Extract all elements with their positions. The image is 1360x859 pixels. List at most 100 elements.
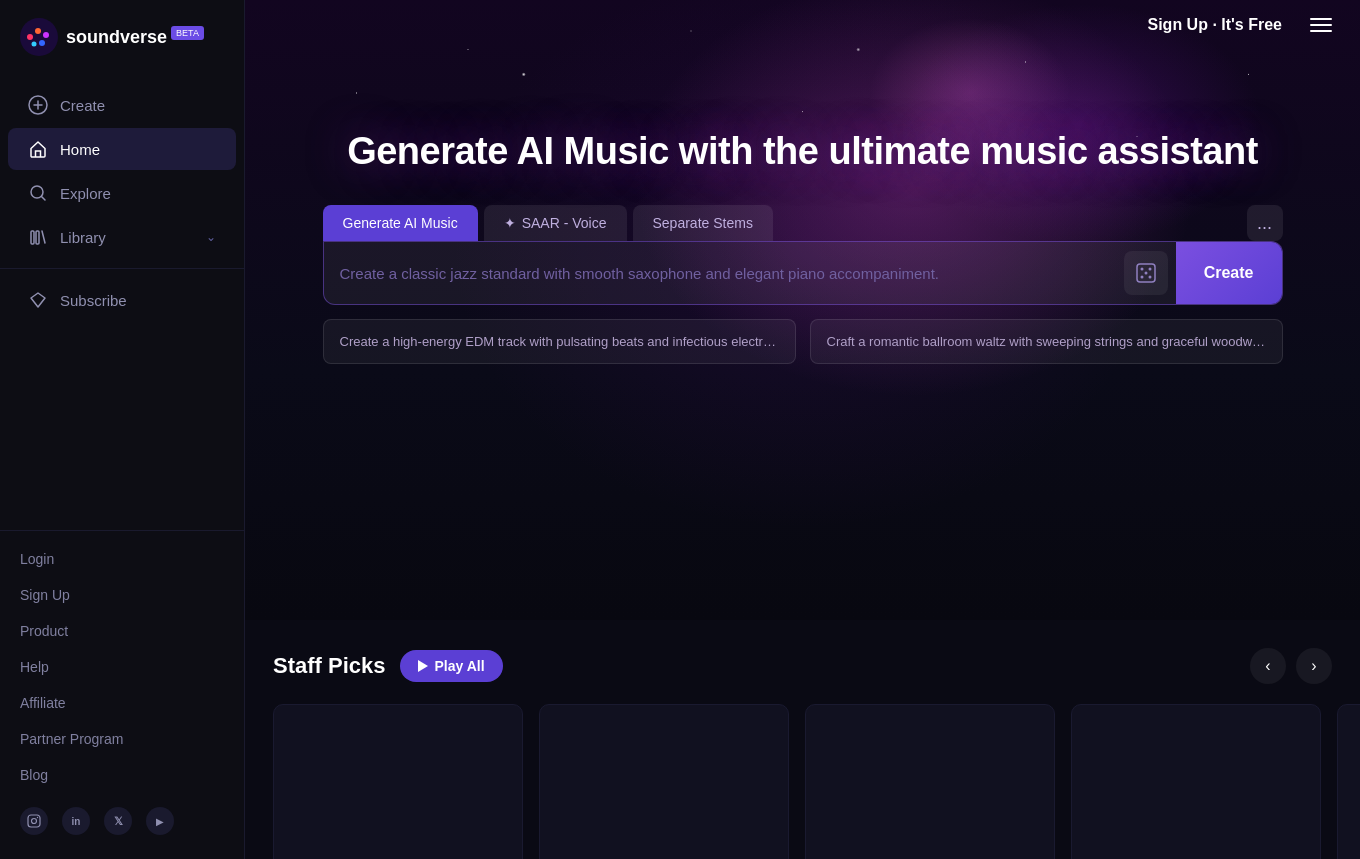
sidebar-item-subscribe-label: Subscribe	[60, 292, 127, 309]
sidebar-item-explore[interactable]: Explore	[8, 172, 236, 214]
hero-title: Generate AI Music with the ultimate musi…	[347, 130, 1258, 173]
blog-label: Blog	[20, 767, 48, 783]
staff-picks-cards	[273, 704, 1332, 859]
svg-point-14	[1140, 268, 1143, 271]
linkedin-icon[interactable]: in	[62, 807, 90, 835]
svg-point-12	[37, 817, 38, 818]
header-signup-button[interactable]: Sign Up · It's Free	[1148, 16, 1283, 34]
main-content: Sign Up · It's Free Generate AI Music wi…	[245, 0, 1360, 859]
svg-point-1	[27, 34, 33, 40]
main-nav: Create Home Explore Library ⌄	[0, 74, 244, 331]
dice-button[interactable]	[1124, 251, 1168, 295]
svg-rect-8	[31, 231, 34, 244]
home-icon	[28, 139, 48, 159]
hero-section: Generate AI Music with the ultimate musi…	[245, 0, 1360, 620]
bottom-divider	[0, 530, 244, 531]
logo-beta: BETA	[171, 26, 204, 40]
header: Sign Up · It's Free	[245, 0, 1360, 50]
sidebar-item-explore-label: Explore	[60, 185, 111, 202]
staff-picks-title: Staff Picks	[273, 653, 386, 679]
svg-point-18	[1144, 272, 1147, 275]
search-icon	[28, 183, 48, 203]
tab-generate-ai-music[interactable]: Generate AI Music	[323, 205, 478, 241]
sidebar-item-home[interactable]: Home	[8, 128, 236, 170]
play-all-button[interactable]: Play All	[400, 650, 503, 682]
staff-picks-section: Staff Picks Play All ‹ ›	[245, 620, 1360, 859]
tab-saar-voice[interactable]: ✦ SAAR - Voice	[484, 205, 627, 241]
bottom-link-product[interactable]: Product	[0, 613, 244, 649]
logo-text-area: soundverse BETA	[66, 27, 204, 48]
bottom-link-partner[interactable]: Partner Program	[0, 721, 244, 757]
svg-point-4	[39, 40, 45, 46]
tab-more-button[interactable]: ...	[1247, 205, 1283, 241]
library-chevron-icon: ⌄	[206, 230, 216, 244]
menu-bar-2	[1310, 24, 1332, 26]
affiliate-label: Affiliate	[20, 695, 66, 711]
prev-arrow-button[interactable]: ‹	[1250, 648, 1286, 684]
help-label: Help	[20, 659, 49, 675]
play-all-label: Play All	[435, 658, 485, 674]
sidebar-item-subscribe[interactable]: Subscribe	[8, 279, 236, 321]
diamond-icon	[28, 290, 48, 310]
youtube-icon[interactable]: ▶	[146, 807, 174, 835]
svg-point-2	[35, 28, 41, 34]
staff-pick-card-2[interactable]	[539, 704, 789, 859]
suggestion-chip-edm[interactable]: Create a high-energy EDM track with puls…	[323, 319, 796, 364]
create-button[interactable]: Create	[1176, 242, 1282, 304]
svg-point-11	[32, 819, 37, 824]
svg-point-5	[32, 42, 37, 47]
library-icon	[28, 227, 48, 247]
bottom-link-help[interactable]: Help	[0, 649, 244, 685]
svg-rect-9	[36, 231, 39, 244]
staff-pick-card-4[interactable]	[1071, 704, 1321, 859]
staff-picks-header: Staff Picks Play All ‹ ›	[273, 648, 1332, 684]
suggestion-chips: Create a high-energy EDM track with puls…	[323, 319, 1283, 364]
nav-arrows: ‹ ›	[1250, 648, 1332, 684]
staff-pick-card-3[interactable]	[805, 704, 1055, 859]
tab-separate-stems[interactable]: Separate Stems	[633, 205, 773, 241]
partner-label: Partner Program	[20, 731, 123, 747]
bottom-link-signup[interactable]: Sign Up	[0, 577, 244, 613]
bottom-link-affiliate[interactable]: Affiliate	[0, 685, 244, 721]
sidebar-item-create-label: Create	[60, 97, 105, 114]
bottom-link-blog[interactable]: Blog	[0, 757, 244, 793]
hero-controls: Generate AI Music ✦ SAAR - Voice Separat…	[323, 205, 1283, 364]
sidebar-item-home-label: Home	[60, 141, 100, 158]
svg-rect-10	[28, 815, 40, 827]
staff-picks-left: Staff Picks Play All	[273, 650, 503, 682]
bottom-link-login[interactable]: Login	[0, 541, 244, 577]
play-triangle-icon	[418, 660, 428, 672]
sidebar-item-create[interactable]: Create	[8, 84, 236, 126]
menu-bar-3	[1310, 30, 1332, 32]
logo-text: soundverse	[66, 27, 167, 47]
sidebar-bottom: Login Sign Up Product Help Affiliate Par…	[0, 510, 244, 859]
library-row: Library ⌄	[60, 229, 216, 246]
logo-area: soundverse BETA	[0, 0, 244, 74]
prompt-box: Create	[323, 241, 1283, 305]
hamburger-menu-button[interactable]	[1306, 14, 1336, 36]
soundverse-logo-icon	[20, 18, 58, 56]
twitter-x-icon[interactable]: 𝕏	[104, 807, 132, 835]
svg-point-16	[1140, 276, 1143, 279]
sidebar-item-library-label: Library	[60, 229, 106, 246]
staff-pick-card-5-partial[interactable]	[1337, 704, 1360, 859]
sidebar: soundverse BETA Create Home Explore	[0, 0, 245, 859]
svg-point-3	[43, 32, 49, 38]
plus-circle-icon	[28, 95, 48, 115]
staff-pick-card-1[interactable]	[273, 704, 523, 859]
menu-bar-1	[1310, 18, 1332, 20]
sidebar-item-library[interactable]: Library ⌄	[8, 216, 236, 258]
nav-divider	[0, 268, 244, 269]
prompt-input[interactable]	[324, 245, 1124, 302]
suggestion-chip-waltz[interactable]: Craft a romantic ballroom waltz with swe…	[810, 319, 1283, 364]
signup-label: Sign Up	[20, 587, 70, 603]
product-label: Product	[20, 623, 68, 639]
tab-bar: Generate AI Music ✦ SAAR - Voice Separat…	[323, 205, 1283, 241]
sparkle-icon: ✦	[504, 215, 516, 231]
next-arrow-button[interactable]: ›	[1296, 648, 1332, 684]
tab-saar-label: SAAR - Voice	[522, 215, 607, 231]
social-icons-row: in 𝕏 ▶	[0, 793, 244, 849]
svg-point-17	[1148, 276, 1151, 279]
instagram-icon[interactable]	[20, 807, 48, 835]
login-label: Login	[20, 551, 54, 567]
